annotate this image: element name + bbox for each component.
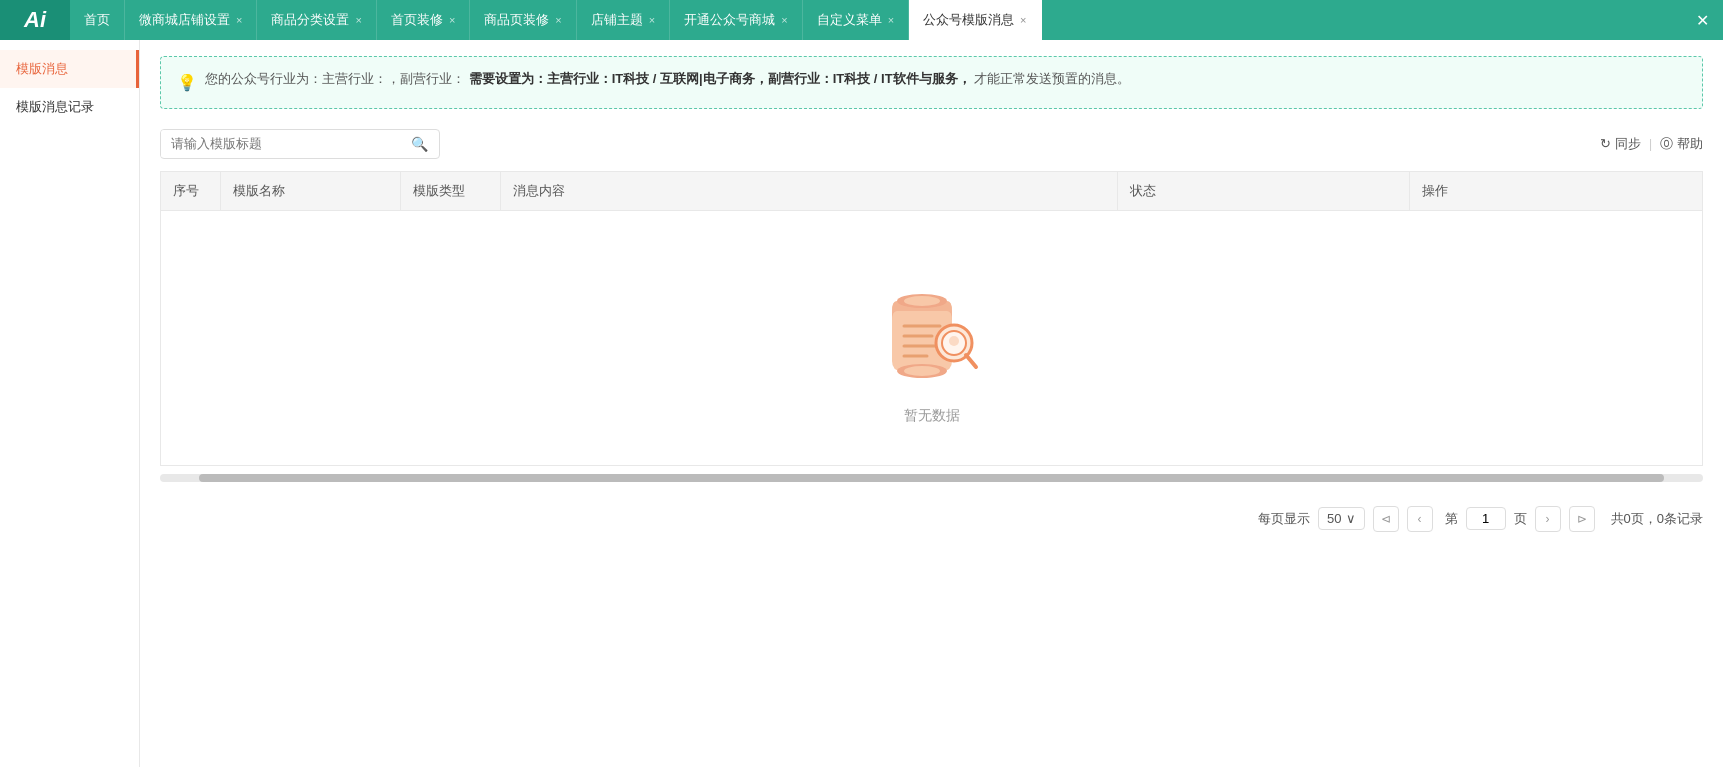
table-body: 暂无数据 [161, 210, 1703, 465]
notice-icon: 💡 [177, 70, 197, 96]
sidebar: 模版消息模版消息记录 [0, 40, 140, 767]
notice-highlight: 需要设置为：主营行业：IT科技 / 互联网|电子商务，副营行业：IT科技 / I… [469, 71, 971, 86]
sync-button[interactable]: ↻ 同步 [1600, 135, 1641, 153]
data-table: 序号模版名称模版类型消息内容状态操作 [160, 171, 1703, 466]
page-size-selector[interactable]: 50 ∨ [1318, 507, 1364, 530]
notice-text: 您的公众号行业为：主营行业：，副营行业： 需要设置为：主营行业：IT科技 / 互… [205, 69, 1130, 90]
col-header-name: 模版名称 [221, 171, 401, 210]
top-navigation: Ai 首页微商城店铺设置×商品分类设置×首页装修×商品页装修×店铺主题×开通公众… [0, 0, 1723, 40]
sidebar-item-template-msg-log[interactable]: 模版消息记录 [0, 88, 139, 126]
nav-tab-homepage-decor[interactable]: 首页装修× [377, 0, 470, 40]
page-number-input[interactable] [1466, 507, 1506, 530]
chevron-down-icon: ∨ [1346, 511, 1356, 526]
nav-tab-product-page-decor[interactable]: 商品页装修× [470, 0, 576, 40]
sync-label: 同步 [1615, 135, 1641, 153]
search-bar: 🔍 ↻ 同步 | ⓪ 帮助 [160, 129, 1703, 159]
help-label: 帮助 [1677, 135, 1703, 153]
sync-icon: ↻ [1600, 136, 1611, 151]
pagination: 每页显示 50 ∨ ⊲ ‹ 第 页 › ⊳ 共0页，0条记录 [160, 498, 1703, 540]
nav-tab-custom-menu[interactable]: 自定义菜单× [803, 0, 909, 40]
notice-box: 💡 您的公众号行业为：主营行业：，副营行业： 需要设置为：主营行业：IT科技 /… [160, 56, 1703, 109]
svg-point-6 [904, 296, 940, 306]
content-area: 💡 您的公众号行业为：主营行业：，副营行业： 需要设置为：主营行业：IT科技 /… [140, 40, 1723, 767]
close-tab-shop-theme[interactable]: × [649, 14, 655, 26]
nav-tab-wshop-settings[interactable]: 微商城店铺设置× [125, 0, 257, 40]
close-tab-product-page-decor[interactable]: × [555, 14, 561, 26]
sidebar-menu: 模版消息模版消息记录 [0, 50, 139, 126]
close-tab-custom-menu[interactable]: × [888, 14, 894, 26]
notice-prefix: 您的公众号行业为：主营行业：，副营行业： [205, 71, 465, 86]
page-size-label: 每页显示 [1258, 510, 1310, 528]
svg-point-12 [949, 336, 959, 346]
notice-suffix: 才能正常发送预置的消息。 [974, 71, 1130, 86]
table-header: 序号模版名称模版类型消息内容状态操作 [161, 171, 1703, 210]
app-logo: Ai [0, 0, 70, 40]
help-icon: ⓪ [1660, 135, 1673, 153]
svg-line-11 [966, 355, 976, 367]
main-layout: 模版消息模版消息记录 💡 您的公众号行业为：主营行业：，副营行业： 需要设置为：… [0, 40, 1723, 767]
nav-tab-shop-theme[interactable]: 店铺主题× [577, 0, 670, 40]
close-tab-open-mall[interactable]: × [781, 14, 787, 26]
empty-row: 暂无数据 [161, 210, 1703, 465]
close-all-tabs-button[interactable]: ✕ [1682, 11, 1723, 30]
prev-page-button[interactable]: ‹ [1407, 506, 1433, 532]
search-button[interactable]: 🔍 [401, 130, 438, 158]
col-header-content: 消息内容 [501, 171, 1118, 210]
divider: | [1649, 137, 1652, 151]
last-page-button[interactable]: ⊳ [1569, 506, 1595, 532]
help-button[interactable]: ⓪ 帮助 [1660, 135, 1703, 153]
svg-point-8 [904, 366, 940, 376]
nav-tab-template-message[interactable]: 公众号模版消息× [909, 0, 1041, 40]
col-header-action: 操作 [1410, 171, 1703, 210]
page-size-value: 50 [1327, 511, 1341, 526]
search-actions: ↻ 同步 | ⓪ 帮助 [1600, 135, 1703, 153]
close-tab-homepage-decor[interactable]: × [449, 14, 455, 26]
horizontal-scrollbar[interactable] [160, 474, 1703, 482]
close-tab-template-message[interactable]: × [1020, 14, 1026, 26]
col-header-index: 序号 [161, 171, 221, 210]
page-suffix-label: 页 [1514, 510, 1527, 528]
next-page-button[interactable]: › [1535, 506, 1561, 532]
empty-state: 暂无数据 [161, 211, 1702, 465]
nav-tabs: 首页微商城店铺设置×商品分类设置×首页装修×商品页装修×店铺主题×开通公众号商城… [70, 0, 1682, 40]
page-prefix-label: 第 [1445, 510, 1458, 528]
col-header-type: 模版类型 [401, 171, 501, 210]
close-tab-product-category[interactable]: × [355, 14, 361, 26]
empty-illustration [872, 271, 992, 391]
first-page-button[interactable]: ⊲ [1373, 506, 1399, 532]
empty-text: 暂无数据 [904, 407, 960, 425]
search-input-wrap[interactable]: 🔍 [160, 129, 440, 159]
nav-tab-product-category[interactable]: 商品分类设置× [257, 0, 376, 40]
page-total-label: 共0页，0条记录 [1611, 510, 1703, 528]
nav-tab-open-mall[interactable]: 开通公众号商城× [670, 0, 802, 40]
sidebar-item-template-msg[interactable]: 模版消息 [0, 50, 139, 88]
nav-tab-home[interactable]: 首页 [70, 0, 125, 40]
col-header-status: 状态 [1117, 171, 1410, 210]
close-tab-wshop-settings[interactable]: × [236, 14, 242, 26]
search-input[interactable] [161, 130, 401, 157]
scrollbar-thumb[interactable] [199, 474, 1665, 482]
